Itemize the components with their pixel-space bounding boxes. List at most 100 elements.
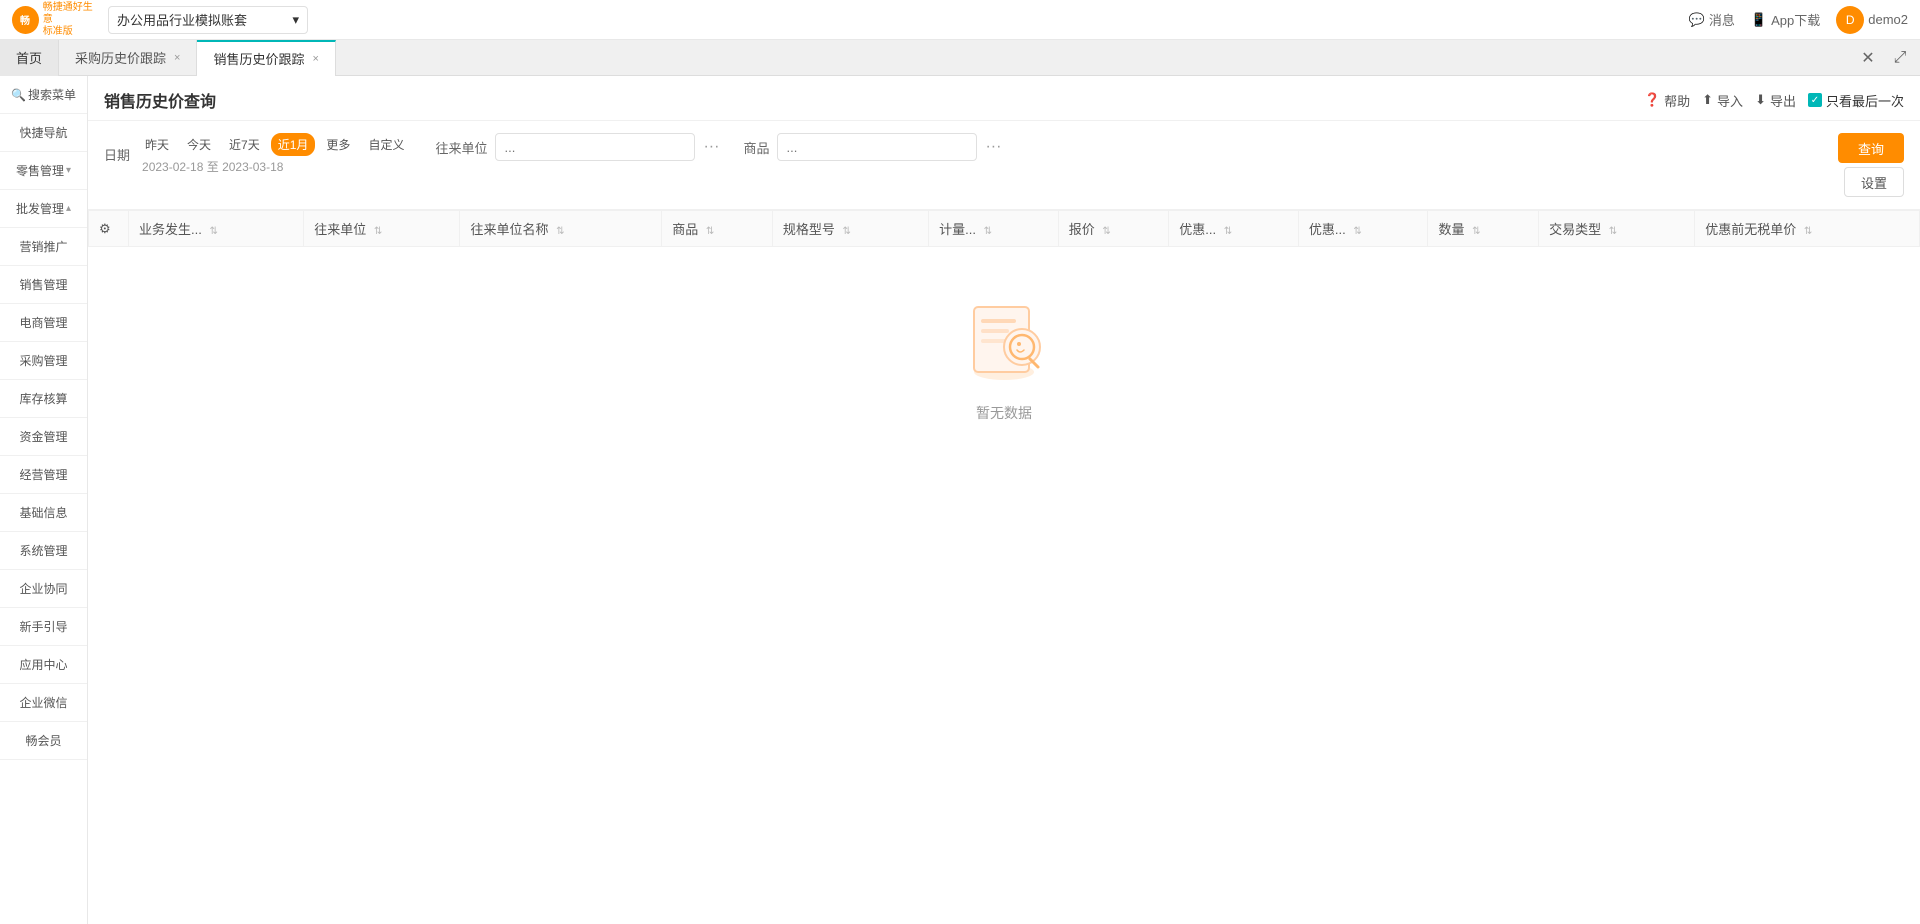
help-action[interactable]: ❓ 帮助 <box>1644 91 1690 110</box>
search-icon: 🔍 <box>11 88 26 102</box>
sidebar-guide-label: 新手引导 <box>19 618 67 635</box>
sidebar-item-sales-mgmt[interactable]: 销售管理 <box>0 266 87 304</box>
page-title: 销售历史价查询 <box>104 88 216 112</box>
th-quantity[interactable]: 数量 ⇅ <box>1428 211 1539 247</box>
product-dots: ··· <box>985 138 1001 156</box>
product-input[interactable] <box>777 133 977 161</box>
logo-icon: 畅 <box>12 6 39 34</box>
main-layout: 🔍 搜索菜单 快捷导航 零售管理 ▾ 批发管理 ▴ 营销推广 销售管理 电商管理… <box>0 76 1920 924</box>
sidebar-wholesale-label: 批发管理 <box>16 200 64 217</box>
import-action[interactable]: ⬆ 导入 <box>1702 91 1743 110</box>
date-btn-1month[interactable]: 近1月 <box>271 133 316 156</box>
partner-dots: ··· <box>703 138 719 156</box>
th-biz-date[interactable]: 业务发生... ⇅ <box>129 211 304 247</box>
partner-filter-group: 往来单位 ··· <box>435 133 719 161</box>
th-gear[interactable]: ⚙ <box>89 211 129 247</box>
logo-text: 畅捷通好生意 标准版 <box>43 2 100 38</box>
sort-icon: ⇅ <box>1472 226 1480 237</box>
sidebar-item-shortcut[interactable]: 快捷导航 <box>0 114 87 152</box>
sidebar-item-ecommerce[interactable]: 电商管理 <box>0 304 87 342</box>
sidebar-member-label: 畅会员 <box>25 732 61 749</box>
sidebar-item-basic[interactable]: 基础信息 <box>0 494 87 532</box>
sidebar-item-purchase-mgmt[interactable]: 采购管理 <box>0 342 87 380</box>
partner-label: 往来单位 <box>435 138 487 157</box>
sort-icon: ⇅ <box>706 226 714 237</box>
sidebar-system-label: 系统管理 <box>19 542 67 559</box>
user-action[interactable]: D demo2 <box>1836 6 1908 34</box>
sidebar-ecommerce-label: 电商管理 <box>19 314 67 331</box>
sort-icon: ⇅ <box>374 226 382 237</box>
sidebar-marketing-label: 营销推广 <box>19 238 67 255</box>
sidebar-item-guide[interactable]: 新手引导 <box>0 608 87 646</box>
tab-sales-label: 销售历史价跟踪 <box>213 49 304 68</box>
avatar: D <box>1836 6 1864 34</box>
sort-icon: ⇅ <box>1102 226 1110 237</box>
download-action[interactable]: 📱 App下载 <box>1751 10 1820 29</box>
sort-icon: ⇅ <box>209 226 217 237</box>
partner-input[interactable] <box>495 133 695 161</box>
sort-icon: ⇅ <box>556 226 564 237</box>
th-discount1[interactable]: 优惠... ⇅ <box>1169 211 1299 247</box>
date-btn-more[interactable]: 更多 <box>319 133 357 156</box>
th-partner-code[interactable]: 往来单位 ⇅ <box>304 211 460 247</box>
top-header: 畅 畅捷通好生意 标准版 办公用品行业模拟账套 ▾ 💬 消息 📱 App下载 D… <box>0 0 1920 40</box>
tab-purchase[interactable]: 采购历史价跟踪 × <box>59 40 197 76</box>
product-filter-group: 商品 ··· <box>743 133 1001 161</box>
tab-sales-close[interactable]: × <box>312 53 318 65</box>
th-spec[interactable]: 规格型号 ⇅ <box>772 211 928 247</box>
date-btn-custom[interactable]: 自定义 <box>361 133 411 156</box>
tab-home[interactable]: 首页 <box>0 40 59 76</box>
th-partner-name[interactable]: 往来单位名称 ⇅ <box>460 211 662 247</box>
th-unit[interactable]: 计量... ⇅ <box>929 211 1059 247</box>
filter-actions: 查询 设置 <box>1838 133 1904 197</box>
header-right: 💬 消息 📱 App下载 D demo2 <box>1689 6 1908 34</box>
th-trade-type[interactable]: 交易类型 ⇅ <box>1539 211 1695 247</box>
th-quote[interactable]: 报价 ⇅ <box>1058 211 1169 247</box>
sidebar-item-search[interactable]: 🔍 搜索菜单 <box>0 76 87 114</box>
sidebar-item-system[interactable]: 系统管理 <box>0 532 87 570</box>
tab-sales[interactable]: 销售历史价跟踪 × <box>197 40 335 76</box>
only-last-checkbox-label[interactable]: ✓ 只看最后一次 <box>1808 91 1904 110</box>
maximize-tab-action[interactable]: ⤢ <box>1888 46 1912 70</box>
date-filter-group: 日期 昨天 今天 近7天 近1月 更多 自定义 2023-02-18 至 202… <box>104 133 411 175</box>
page-actions: ❓ 帮助 ⬆ 导入 ⬇ 导出 ✓ 只看最后一次 <box>1644 91 1904 110</box>
export-action[interactable]: ⬇ 导出 <box>1755 91 1796 110</box>
content-area: 销售历史价查询 ❓ 帮助 ⬆ 导入 ⬇ 导出 ✓ 只看最后一次 <box>88 76 1920 924</box>
settings-button[interactable]: 设置 <box>1844 167 1904 197</box>
sort-icon: ⇅ <box>984 226 992 237</box>
close-tab-action[interactable]: ✕ <box>1856 46 1880 70</box>
sort-icon: ⇅ <box>1353 226 1361 237</box>
tab-purchase-close[interactable]: × <box>174 52 180 64</box>
sidebar-item-member[interactable]: 畅会员 <box>0 722 87 760</box>
only-last-checkbox[interactable]: ✓ <box>1808 93 1822 107</box>
sidebar-item-wechat[interactable]: 企业微信 <box>0 684 87 722</box>
date-btn-today[interactable]: 今天 <box>180 133 218 156</box>
sidebar-item-wholesale[interactable]: 批发管理 ▴ <box>0 190 87 228</box>
tab-home-label: 首页 <box>16 48 42 67</box>
help-icon: ❓ <box>1644 92 1660 108</box>
date-btn-7days[interactable]: 近7天 <box>222 133 267 156</box>
sidebar-item-operations[interactable]: 经营管理 <box>0 456 87 494</box>
chevron-up-icon: ▴ <box>66 203 71 214</box>
sidebar-wechat-label: 企业微信 <box>19 694 67 711</box>
sidebar-item-inventory[interactable]: 库存核算 <box>0 380 87 418</box>
message-action[interactable]: 💬 消息 <box>1689 10 1735 29</box>
sidebar-item-retail[interactable]: 零售管理 ▾ <box>0 152 87 190</box>
app-selector[interactable]: 办公用品行业模拟账套 ▾ <box>108 6 308 34</box>
th-no-tax-price[interactable]: 优惠前无税单价 ⇅ <box>1695 211 1920 247</box>
sidebar-shortcut-label: 快捷导航 <box>19 124 67 141</box>
sidebar-item-apps[interactable]: 应用中心 <box>0 646 87 684</box>
empty-illustration <box>954 287 1054 387</box>
download-icon: 📱 <box>1751 12 1767 28</box>
sidebar-item-finance[interactable]: 资金管理 <box>0 418 87 456</box>
date-btn-yesterday[interactable]: 昨天 <box>138 133 176 156</box>
query-button[interactable]: 查询 <box>1838 133 1904 163</box>
th-discount2[interactable]: 优惠... ⇅ <box>1298 211 1428 247</box>
sidebar-retail-label: 零售管理 <box>16 162 64 179</box>
product-label: 商品 <box>743 138 769 157</box>
empty-state: 暂无数据 <box>88 247 1920 463</box>
chevron-down-icon: ▾ <box>66 165 71 176</box>
sidebar-item-marketing[interactable]: 营销推广 <box>0 228 87 266</box>
th-product[interactable]: 商品 ⇅ <box>662 211 773 247</box>
sidebar-item-enterprise[interactable]: 企业协同 <box>0 570 87 608</box>
